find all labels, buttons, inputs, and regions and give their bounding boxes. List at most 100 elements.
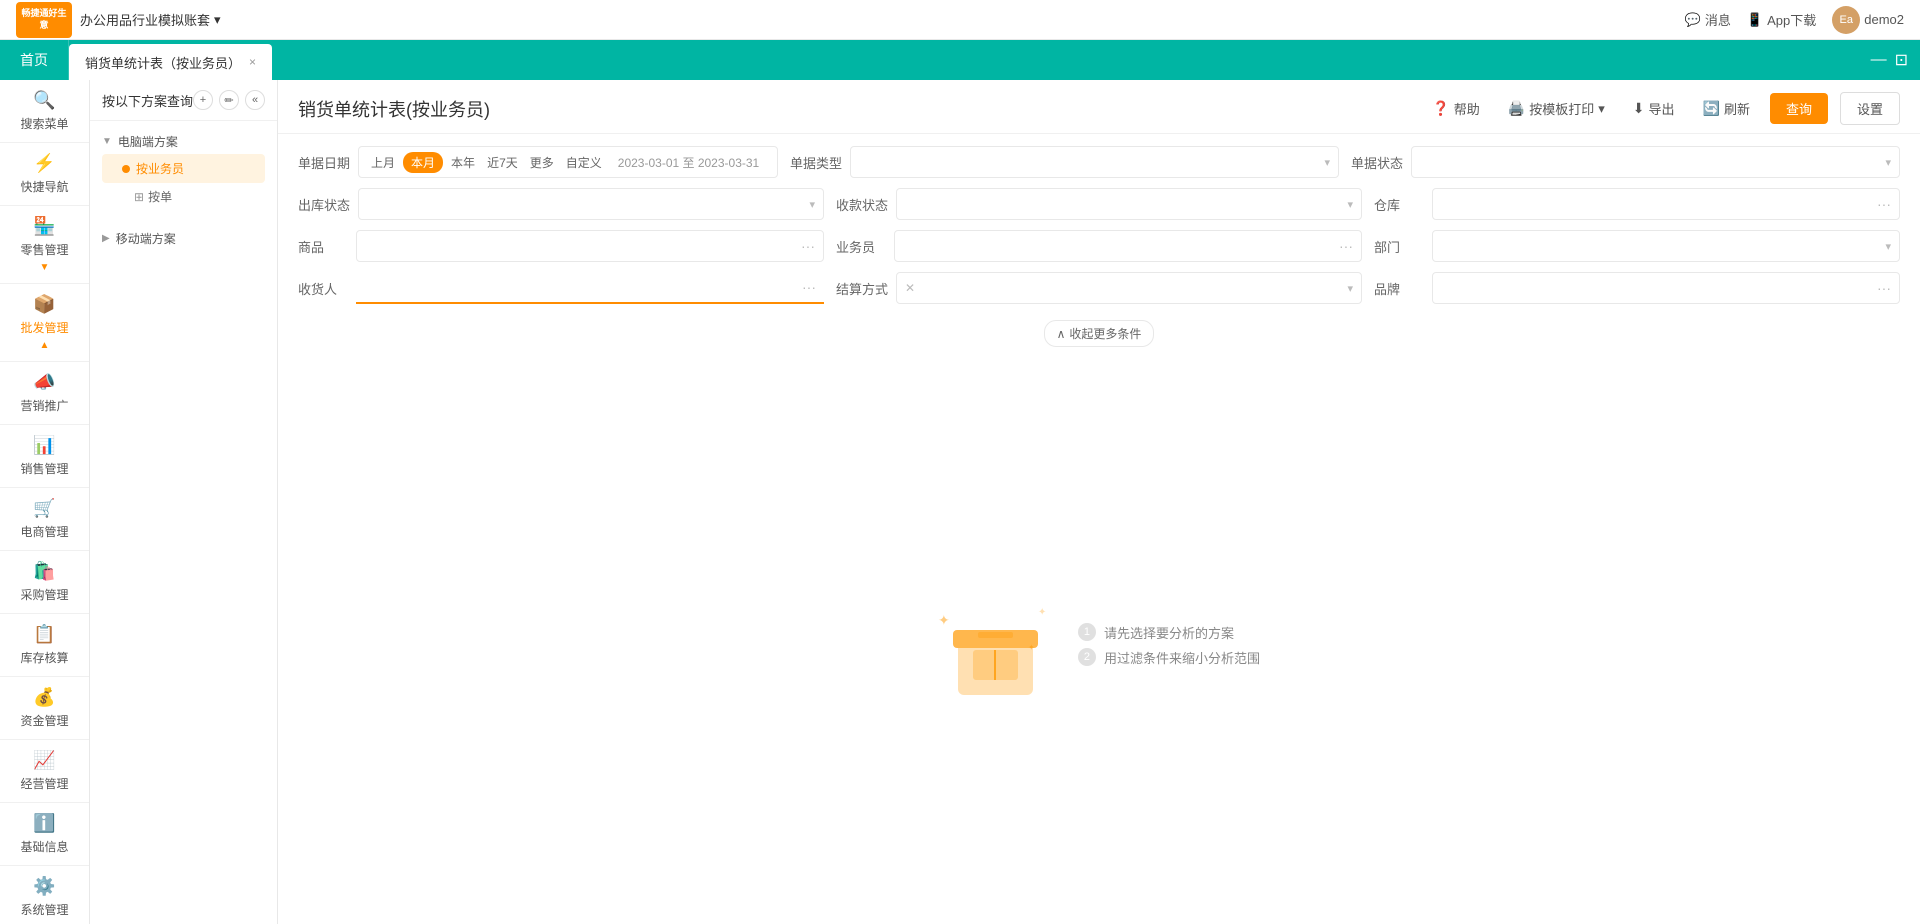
sidebar-item-sales[interactable]: 📊 销售管理 bbox=[0, 425, 89, 488]
sidebar-item-retail[interactable]: 🏪 零售管理 ▼ bbox=[0, 206, 89, 284]
export-btn[interactable]: ⬇ 导出 bbox=[1625, 95, 1683, 122]
page-header: 销货单统计表(按业务员) ❓ 帮助 🖨️ 按模板打印 ▾ ⬇ 导出 🔄 刷新 bbox=[278, 80, 1920, 134]
out-status-control[interactable]: ▾ bbox=[358, 188, 824, 220]
collapse-btn[interactable]: ∧ 收起更多条件 bbox=[1044, 320, 1155, 347]
query-btn[interactable]: 查询 bbox=[1770, 93, 1828, 124]
message-icon: 💬 bbox=[1685, 12, 1701, 28]
department-control[interactable]: ▾ bbox=[1432, 230, 1900, 262]
date-btn-this-month[interactable]: 本月 bbox=[403, 152, 443, 173]
print-icon: 🖨️ bbox=[1508, 100, 1525, 117]
sidebar-item-basic-info[interactable]: ℹ️ 基础信息 bbox=[0, 803, 89, 866]
sidebar-item-wholesale[interactable]: 📦 批发管理 ▲ bbox=[0, 284, 89, 362]
doc-type-control[interactable]: ▾ bbox=[850, 146, 1339, 178]
tab-home[interactable]: 首页 bbox=[0, 40, 69, 80]
doc-type-label: 单据类型 bbox=[790, 153, 842, 172]
export-icon: ⬇ bbox=[1633, 100, 1645, 117]
brand-control[interactable]: ··· bbox=[1432, 272, 1900, 304]
app-name-label: 办公用品行业模拟账套 bbox=[80, 10, 210, 29]
app-name-dropdown[interactable]: 办公用品行业模拟账套 ▾ bbox=[80, 10, 221, 29]
sidebar-item-system[interactable]: ⚙️ 系统管理 bbox=[0, 866, 89, 924]
salesperson-control[interactable]: ··· bbox=[894, 230, 1362, 262]
main-content: 🔍 搜索菜单 ⚡ 快捷导航 🏪 零售管理 ▼ 📦 批发管理 ▲ 📣 营销推广 📊… bbox=[0, 80, 1920, 924]
system-icon: ⚙️ bbox=[33, 876, 55, 897]
date-label: 单据日期 bbox=[298, 153, 350, 172]
receipt-status-label: 收款状态 bbox=[836, 195, 888, 214]
out-status-arrow-icon: ▾ bbox=[809, 198, 815, 211]
receipt-status-field: 收款状态 ▾ bbox=[836, 188, 1362, 220]
quicknav-icon: ⚡ bbox=[33, 153, 55, 174]
sidebar-item-marketing[interactable]: 📣 营销推广 bbox=[0, 362, 89, 425]
hint-num-2: 2 bbox=[1078, 648, 1096, 666]
receiver-control[interactable]: ··· bbox=[356, 272, 824, 304]
collapse-row: ∧ 收起更多条件 bbox=[298, 314, 1900, 353]
dropdown-arrow-icon: ▾ bbox=[214, 12, 221, 28]
refresh-btn[interactable]: 🔄 刷新 bbox=[1695, 95, 1758, 122]
help-icon: ❓ bbox=[1432, 100, 1449, 117]
desktop-arrow-icon: ▼ bbox=[102, 136, 112, 147]
empty-state: ✦ ✦ ✦ 1 请先选择要分析的方案 2 用过滤条件来缩小分析范围 bbox=[278, 365, 1920, 924]
wholesale-icon: 📦 bbox=[33, 294, 55, 315]
empty-hints: 1 请先选择要分析的方案 2 用过滤条件来缩小分析范围 bbox=[1078, 623, 1260, 667]
left-panel-collapse-btn[interactable]: « bbox=[245, 90, 265, 110]
date-btn-last-month[interactable]: 上月 bbox=[367, 152, 399, 173]
out-status-field: 出库状态 ▾ bbox=[298, 188, 824, 220]
filter-row-2: 出库状态 ▾ 收款状态 ▾ 仓库 ··· bbox=[298, 188, 1900, 220]
topbar-left: 畅捷通好生意 办公用品行业模拟账套 ▾ bbox=[16, 2, 221, 38]
receipt-status-control[interactable]: ▾ bbox=[896, 188, 1362, 220]
sidebar-item-search[interactable]: 🔍 搜索菜单 bbox=[0, 80, 89, 143]
tab-restore-btn[interactable]: ⊡ bbox=[1895, 50, 1908, 70]
goods-dots-icon: ··· bbox=[801, 238, 815, 254]
desktop-section-header[interactable]: ▼ 电脑端方案 bbox=[102, 129, 265, 154]
user-profile-btn[interactable]: Ea demo2 bbox=[1832, 6, 1904, 34]
refresh-icon: 🔄 bbox=[1703, 100, 1720, 117]
left-panel-item-salesperson[interactable]: 按业务员 bbox=[102, 154, 265, 183]
date-btn-this-year[interactable]: 本年 bbox=[447, 152, 479, 173]
left-panel-item-by-order[interactable]: ⊞ 按单 bbox=[102, 183, 265, 210]
sidebar-item-finance[interactable]: 💰 资金管理 bbox=[0, 677, 89, 740]
sidebar-item-quicknav[interactable]: ⚡ 快捷导航 bbox=[0, 143, 89, 206]
basic-info-icon: ℹ️ bbox=[33, 813, 55, 834]
left-panel-add-btn[interactable]: + bbox=[193, 90, 213, 110]
tabbar-actions: — ⊡ bbox=[1871, 50, 1920, 70]
payment-clear-icon[interactable]: ✕ bbox=[905, 281, 915, 295]
page-title: 销货单统计表(按业务员) bbox=[298, 96, 490, 122]
filter-row-1: 单据日期 上月 本月 本年 近7天 更多 自定义 2023-03-01 至 20… bbox=[298, 146, 1900, 178]
settings-btn[interactable]: 设置 bbox=[1840, 92, 1900, 125]
warehouse-field: 仓库 ··· bbox=[1374, 188, 1900, 220]
brand-dots-icon: ··· bbox=[1877, 280, 1891, 296]
date-btn-custom[interactable]: 自定义 bbox=[562, 152, 606, 173]
right-panel: 销货单统计表(按业务员) ❓ 帮助 🖨️ 按模板打印 ▾ ⬇ 导出 🔄 刷新 bbox=[278, 80, 1920, 924]
message-btn[interactable]: 💬 消息 bbox=[1685, 10, 1731, 29]
sidebar-item-purchase[interactable]: 🛍️ 采购管理 bbox=[0, 551, 89, 614]
hint-num-1: 1 bbox=[1078, 623, 1096, 641]
print-btn[interactable]: 🖨️ 按模板打印 ▾ bbox=[1500, 95, 1613, 122]
date-btn-7days[interactable]: 近7天 bbox=[483, 152, 522, 173]
doc-type-arrow-icon: ▾ bbox=[1324, 156, 1330, 169]
payment-control[interactable]: ✕ ▾ bbox=[896, 272, 1362, 304]
mobile-section-header[interactable]: ▶ 移动端方案 bbox=[102, 226, 265, 251]
receiver-label: 收货人 bbox=[298, 279, 348, 298]
warehouse-label: 仓库 bbox=[1374, 195, 1424, 214]
date-btn-more[interactable]: 更多 bbox=[526, 152, 558, 173]
goods-control[interactable]: ··· bbox=[356, 230, 824, 262]
sidebar-item-operation[interactable]: 📈 经营管理 bbox=[0, 740, 89, 803]
warehouse-control[interactable]: ··· bbox=[1432, 188, 1900, 220]
salesperson-field: 业务员 ··· bbox=[836, 230, 1362, 262]
tab-minimize-btn[interactable]: — bbox=[1871, 51, 1887, 69]
warehouse-dots-icon: ··· bbox=[1877, 196, 1891, 212]
help-btn[interactable]: ❓ 帮助 bbox=[1424, 95, 1487, 122]
app-download-btn[interactable]: 📱 App下载 bbox=[1747, 10, 1816, 29]
doc-status-control[interactable]: ▾ bbox=[1411, 146, 1900, 178]
left-panel-edit-btn[interactable]: ✏ bbox=[219, 90, 239, 110]
department-arrow-icon: ▾ bbox=[1885, 240, 1891, 253]
empty-hint-2: 2 用过滤条件来缩小分析范围 bbox=[1078, 648, 1260, 667]
left-panel-mobile-section: ▶ 移动端方案 bbox=[90, 218, 277, 259]
date-range-control[interactable]: 上月 本月 本年 近7天 更多 自定义 2023-03-01 至 2023-03… bbox=[358, 146, 778, 178]
sidebar-item-inventory[interactable]: 📋 库存核算 bbox=[0, 614, 89, 677]
tab-close-btn[interactable]: × bbox=[249, 55, 256, 69]
tab-active[interactable]: 销货单统计表（按业务员） × bbox=[69, 44, 272, 80]
operation-icon: 📈 bbox=[33, 750, 55, 771]
receiver-dots-icon: ··· bbox=[802, 279, 816, 295]
purchase-icon: 🛍️ bbox=[33, 561, 55, 582]
sidebar-item-ecommerce[interactable]: 🛒 电商管理 bbox=[0, 488, 89, 551]
